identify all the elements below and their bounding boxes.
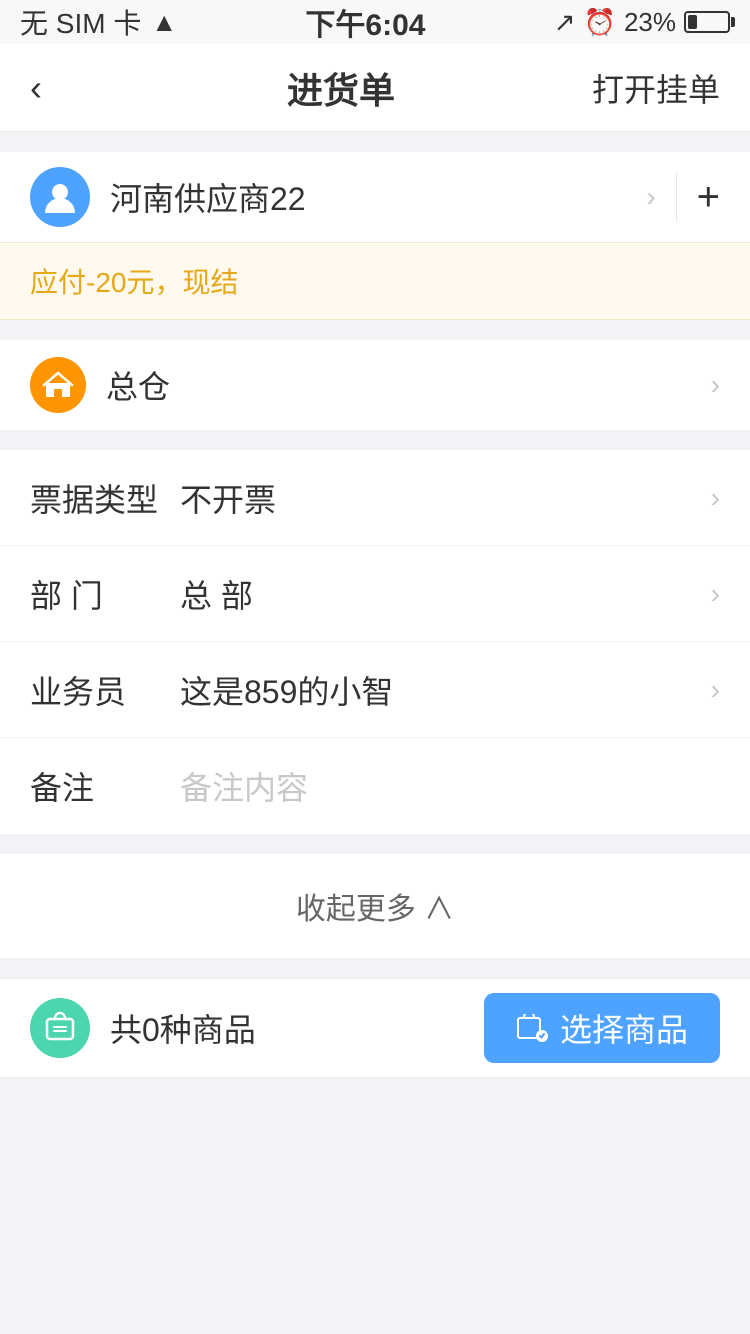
select-product-icon: [516, 1014, 548, 1042]
department-label: 部 门: [30, 571, 180, 617]
person-icon: [42, 179, 78, 215]
department-row[interactable]: 部 门 总 部 ›: [0, 546, 750, 642]
nav-bar: ‹ 进货单 打开挂单: [0, 44, 750, 132]
salesperson-value: 这是859的小智: [180, 667, 711, 713]
supplier-row[interactable]: 河南供应商22 › +: [0, 152, 750, 242]
remark-label: 备注: [30, 763, 180, 809]
warehouse-icon: [42, 369, 74, 401]
supplier-chevron-icon: ›: [646, 181, 655, 213]
warehouse-row[interactable]: 总仓 ›: [0, 340, 750, 430]
product-count: 共0种商品: [110, 1005, 484, 1051]
carrier-text: 无 SIM 卡: [20, 2, 141, 42]
location-icon: ↗: [554, 7, 576, 38]
notice-text: 应付-20元，现结: [30, 267, 238, 298]
department-chevron-icon: ›: [711, 578, 720, 610]
open-pending-button[interactable]: 打开挂单: [592, 65, 720, 111]
bottom-bar: 共0种商品 选择商品: [0, 978, 750, 1078]
cart-icon: [43, 1011, 77, 1045]
battery-icon: [684, 11, 730, 33]
warehouse-icon-wrap: [30, 357, 86, 413]
status-icons: ↗ ⏰ 23%: [554, 7, 730, 38]
supplier-avatar: [30, 167, 90, 227]
add-supplier-button[interactable]: +: [697, 175, 720, 220]
supplier-section: 河南供应商22 › + 应付-20元，现结: [0, 152, 750, 320]
department-value: 总 部: [180, 571, 711, 617]
status-carrier: 无 SIM 卡 ▲: [20, 2, 177, 42]
select-product-button[interactable]: 选择商品: [484, 993, 720, 1063]
collapse-button[interactable]: 收起更多 ∧: [0, 854, 750, 958]
section-divider-1: [0, 132, 750, 152]
warehouse-chevron-icon: ›: [711, 369, 720, 401]
warehouse-name: 总仓: [106, 362, 711, 408]
invoice-type-chevron-icon: ›: [711, 482, 720, 514]
status-time: 下午6:04: [305, 0, 425, 44]
vertical-divider: [676, 172, 677, 222]
select-product-label: 选择商品: [560, 1005, 688, 1051]
salesperson-label: 业务员: [30, 667, 180, 713]
form-section: 票据类型 不开票 › 部 门 总 部 › 业务员 这是859的小智 › 备注 备…: [0, 450, 750, 834]
salesperson-chevron-icon: ›: [711, 674, 720, 706]
back-button[interactable]: ‹: [30, 67, 90, 109]
alarm-icon: ⏰: [584, 7, 616, 38]
salesperson-row[interactable]: 业务员 这是859的小智 ›: [0, 642, 750, 738]
cart-icon-wrap: [30, 998, 90, 1058]
remark-row[interactable]: 备注 备注内容: [0, 738, 750, 834]
notice-bar: 应付-20元，现结: [0, 242, 750, 320]
battery-percent: 23%: [624, 7, 676, 38]
supplier-name: 河南供应商22: [110, 174, 646, 220]
status-bar: 无 SIM 卡 ▲ 下午6:04 ↗ ⏰ 23%: [0, 0, 750, 44]
invoice-type-label: 票据类型: [30, 475, 180, 521]
remark-value: 备注内容: [180, 763, 720, 809]
invoice-type-row[interactable]: 票据类型 不开票 ›: [0, 450, 750, 546]
page-title: 进货单: [287, 62, 395, 114]
wifi-icon: ▲: [151, 7, 177, 38]
invoice-type-value: 不开票: [180, 475, 711, 521]
